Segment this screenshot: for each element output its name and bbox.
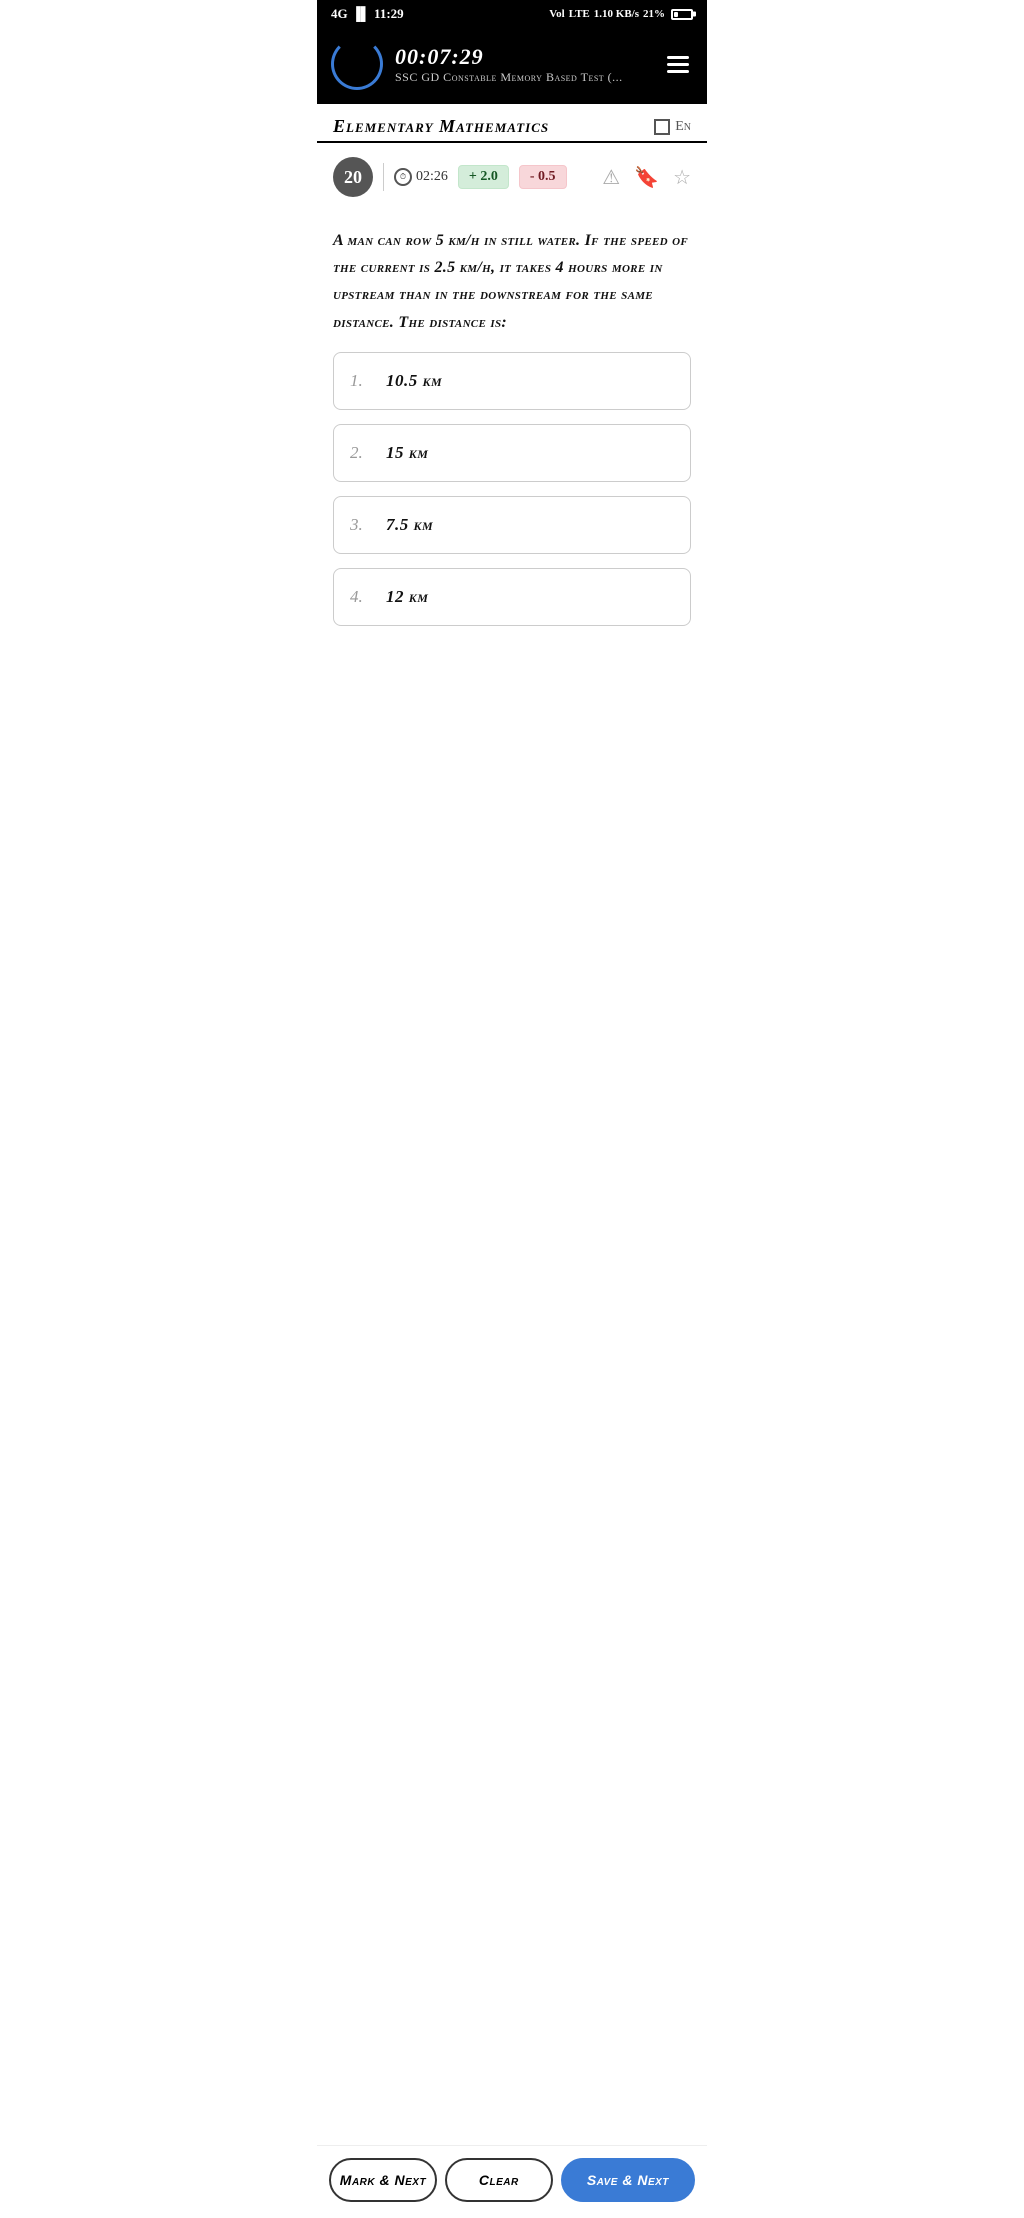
network-indicator: 4G [331,6,348,22]
option-2-num: 2. [350,443,370,463]
question-timer: ⏱ 02:26 [394,168,448,186]
question-text: A man can row 5 km/h in still water. If … [333,227,691,336]
speed-label: 1.10 KB/s [594,8,639,20]
question-body: A man can row 5 km/h in still water. If … [317,211,707,344]
option-4-text: 12 km [386,587,428,607]
english-label: En [675,119,691,135]
hamburger-line-2 [667,63,689,66]
battery-percent: 21% [643,8,665,20]
bottom-action-bar: Mark & Next Clear Save & Next [317,2145,707,2218]
subject-name: Elementary Mathematics [333,116,549,137]
question-number-badge: 20 [333,157,373,197]
bottom-spacer [317,642,707,702]
lte-label: LTE [569,8,590,20]
save-next-button[interactable]: Save & Next [561,2158,695,2202]
option-4-num: 4. [350,587,370,607]
clock-icon: ⏱ [394,168,412,186]
option-2-text: 15 km [386,443,428,463]
option-3[interactable]: 3. 7.5 km [333,496,691,554]
option-2[interactable]: 2. 15 km [333,424,691,482]
menu-button[interactable] [663,52,693,77]
vol-label: Vol [549,8,565,20]
hamburger-line-1 [667,56,689,59]
header: 00:07:29 SSC GD Constable Memory Based T… [317,28,707,104]
header-text: 00:07:29 SSC GD Constable Memory Based T… [395,44,651,85]
option-1-num: 1. [350,371,370,391]
header-subtitle: SSC GD Constable Memory Based Test (... [395,70,651,85]
signal-icon: ▐▌ [352,6,370,22]
question-meta-row: 20 ⏱ 02:26 + 2.0 - 0.5 ⚠ 🔖 ☆ [317,143,707,211]
star-icon[interactable]: ☆ [673,165,691,190]
meta-action-icons: ⚠ 🔖 ☆ [602,165,691,190]
clear-button[interactable]: Clear [445,2158,553,2202]
option-3-num: 3. [350,515,370,535]
meta-divider [383,163,384,191]
status-time: 11:29 [374,6,404,22]
english-checkbox[interactable] [654,119,670,135]
timer-circle-icon [331,38,383,90]
hamburger-line-3 [667,70,689,73]
option-1[interactable]: 1. 10.5 km [333,352,691,410]
subject-tab: Elementary Mathematics En [317,104,707,143]
status-right: Vol LTE 1.10 KB/s 21% [549,8,693,20]
battery-icon [671,9,693,20]
question-time-value: 02:26 [416,169,448,185]
header-timer: 00:07:29 [395,44,651,70]
options-list: 1. 10.5 km 2. 15 km 3. 7.5 km 4. 12 km [317,344,707,642]
option-1-text: 10.5 km [386,371,442,391]
mark-next-button[interactable]: Mark & Next [329,2158,437,2202]
status-bar: 4G ▐▌ 11:29 Vol LTE 1.10 KB/s 21% [317,0,707,28]
bookmark-icon[interactable]: 🔖 [634,165,659,190]
positive-score-badge: + 2.0 [458,165,509,189]
status-left: 4G ▐▌ 11:29 [331,6,404,22]
warning-icon[interactable]: ⚠ [602,165,620,190]
negative-score-badge: - 0.5 [519,165,567,189]
option-4[interactable]: 4. 12 km [333,568,691,626]
option-3-text: 7.5 km [386,515,433,535]
english-toggle[interactable]: En [654,119,691,135]
